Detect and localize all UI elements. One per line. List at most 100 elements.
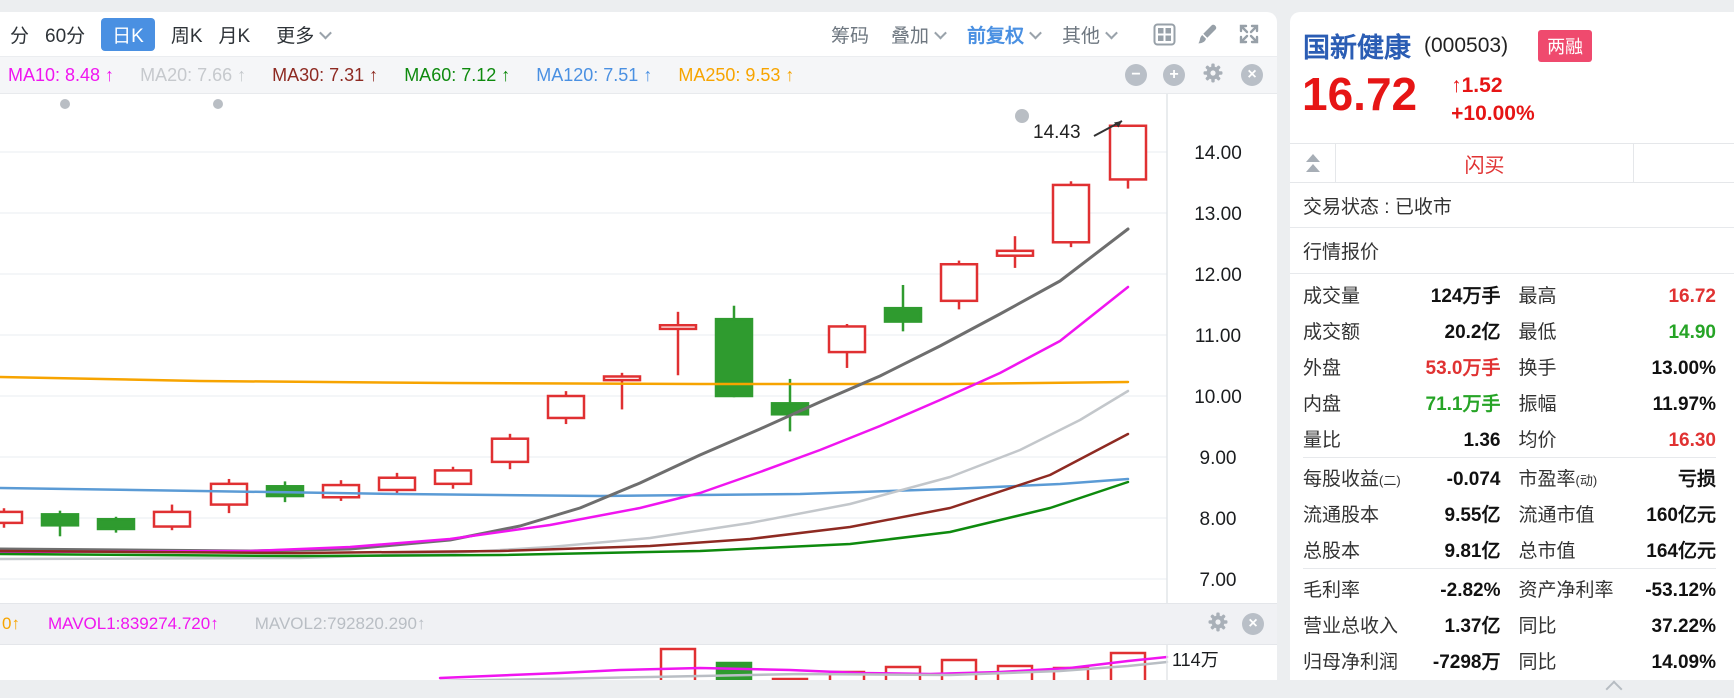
chevron-down-icon	[1029, 26, 1042, 39]
more-menu[interactable]: 更多	[276, 21, 330, 48]
quote-label: 流通市值	[1519, 500, 1595, 527]
candle-body	[0, 512, 22, 523]
quote-label: 成交额	[1303, 317, 1360, 344]
price-chart[interactable]: 14.0013.0012.0011.0010.009.008.007.0014.…	[0, 94, 1277, 603]
more-label: 更多	[276, 21, 314, 48]
chart-toolbar: 分 60分 日K 周K 月K 更多 筹码 叠加 前复权 其他	[0, 12, 1277, 57]
chart-panel: 分 60分 日K 周K 月K 更多 筹码 叠加 前复权 其他	[0, 12, 1277, 680]
quote-value: 11.97%	[1557, 394, 1716, 416]
price-change-percent: +10.00%	[1451, 100, 1535, 128]
margin-trading-badge: 两融	[1538, 30, 1592, 62]
ma-line-ma120	[0, 479, 1128, 496]
quote-cell: 毛利率-2.82%	[1303, 575, 1501, 602]
quote-row: 外盘53.0万手换手13.00%	[1303, 348, 1716, 384]
volume-chart[interactable]: 114万	[0, 645, 1277, 680]
up-arrow-icon	[1306, 154, 1320, 162]
event-marker-dot	[60, 99, 70, 109]
price-block: 16.72 ↑1.52 +10.00%	[1302, 69, 1734, 143]
price-axis-label: 14.00	[1194, 143, 1242, 164]
candle-body	[42, 514, 78, 525]
candle-body	[660, 325, 696, 329]
quote-row: 量比1.36均价16.30	[1303, 420, 1716, 456]
quote-cell: 换手13.00%	[1519, 353, 1717, 380]
quote-cell: 总市值164亿元	[1519, 536, 1717, 563]
quote-cell: 流通市值160亿元	[1519, 500, 1717, 527]
quote-row: 每股收益(二)-0.074 市盈率(动)亏损	[1303, 459, 1716, 495]
quote-value: 1.37亿	[1398, 611, 1500, 638]
quote-cell: 归母净利润-7298万	[1303, 647, 1501, 674]
quote-cell: 资产净利率-53.12%	[1519, 575, 1717, 602]
panel-expander-icon[interactable]	[1606, 681, 1623, 698]
expand-quotes-button[interactable]	[1290, 144, 1336, 182]
settings-gear-icon[interactable]	[1201, 61, 1225, 90]
candle-body	[323, 485, 359, 497]
action-row-extra[interactable]	[1634, 144, 1734, 182]
quote-row: 营业总收入1.37亿同比37.22%	[1303, 606, 1716, 642]
candle-body	[604, 376, 640, 380]
settings-gear-icon[interactable]	[1206, 610, 1230, 639]
volume-axis-label: 114万	[1172, 650, 1219, 670]
price-axis-label: 9.00	[1200, 448, 1237, 469]
tab-daily-k[interactable]: 日K	[101, 18, 155, 51]
volume-chart-area: 114万	[0, 645, 1277, 680]
quote-value: 160亿元	[1595, 500, 1716, 527]
overlay-label: 叠加	[891, 21, 929, 48]
tab-weekly-k[interactable]: 周K	[171, 21, 203, 48]
candle-body	[1053, 185, 1089, 242]
quote-label: 外盘	[1303, 353, 1341, 380]
quote-value: 164亿元	[1576, 536, 1716, 563]
price-axis-label: 12.00	[1194, 265, 1242, 286]
tab-minute-cut[interactable]: 分	[10, 21, 29, 48]
period-tabs: 分 60分 日K 周K 月K 更多	[10, 18, 330, 51]
tab-monthly-k[interactable]: 月K	[219, 21, 251, 48]
quote-label: 流通股本	[1303, 500, 1379, 527]
candle-body	[829, 326, 865, 352]
close-volume-icon[interactable]: ×	[1242, 613, 1264, 635]
other-menu[interactable]: 其他	[1062, 21, 1116, 48]
candle-body	[435, 470, 471, 483]
quote-row: 内盘71.1万手振幅11.97%	[1303, 384, 1716, 420]
quote-label: 毛利率	[1303, 575, 1360, 602]
chevron-down-icon	[319, 26, 332, 39]
quote-value: -7298万	[1398, 647, 1500, 674]
candle-body	[941, 264, 977, 301]
quote-cell: 营业总收入1.37亿	[1303, 611, 1501, 638]
candle-body	[997, 251, 1033, 256]
quote-cell: 市盈率(动)亏损	[1519, 464, 1717, 491]
candle-body	[548, 396, 584, 418]
quote-value: 53.0万手	[1341, 353, 1500, 380]
fullscreen-expand-icon[interactable]	[1236, 21, 1262, 47]
price-chart-area: 14.0013.0012.0011.0010.009.008.007.0014.…	[0, 94, 1277, 603]
price-axis-label: 8.00	[1200, 509, 1237, 530]
quote-value: -2.82%	[1360, 580, 1500, 602]
quote-cell: 均价16.30	[1519, 425, 1717, 452]
price-change: ↑1.52	[1451, 72, 1535, 100]
quote-cell: 成交额20.2亿	[1303, 317, 1501, 344]
close-indicator-icon[interactable]: ×	[1241, 64, 1263, 86]
section-divider	[1303, 457, 1716, 458]
quote-label: 市盈率(动)	[1519, 464, 1598, 491]
quote-row: 成交量124万手最高16.72	[1303, 276, 1716, 312]
zoom-out-icon[interactable]: −	[1125, 64, 1147, 86]
quote-value: 9.81亿	[1360, 536, 1500, 563]
quote-row: 总股本9.81亿总市值164亿元	[1303, 531, 1716, 567]
quote-label: 振幅	[1519, 389, 1557, 416]
quote-value: 16.72	[1557, 286, 1716, 308]
last-price: 16.72	[1302, 69, 1417, 120]
quote-label: 总市值	[1519, 536, 1576, 563]
tab-60min[interactable]: 60分	[45, 21, 85, 48]
quote-cell: 每股收益(二)-0.074	[1303, 464, 1501, 491]
draw-brush-icon[interactable]	[1194, 22, 1219, 47]
overlay-menu[interactable]: 叠加	[891, 21, 945, 48]
zoom-in-icon[interactable]: +	[1163, 64, 1185, 86]
quote-cell: 总股本9.81亿	[1303, 536, 1501, 563]
ma-line-ma30	[0, 434, 1128, 553]
volume-bar	[717, 663, 751, 680]
stock-name[interactable]: 国新健康	[1303, 26, 1411, 65]
layout-grid-icon[interactable]	[1152, 22, 1177, 47]
quote-row: 成交额20.2亿最低14.90	[1303, 312, 1716, 348]
chips-button[interactable]: 筹码	[831, 21, 869, 48]
flash-buy-button[interactable]: 闪买	[1336, 144, 1634, 182]
quote-label: 成交量	[1303, 281, 1360, 308]
adjust-mode-menu[interactable]: 前复权	[967, 21, 1040, 48]
